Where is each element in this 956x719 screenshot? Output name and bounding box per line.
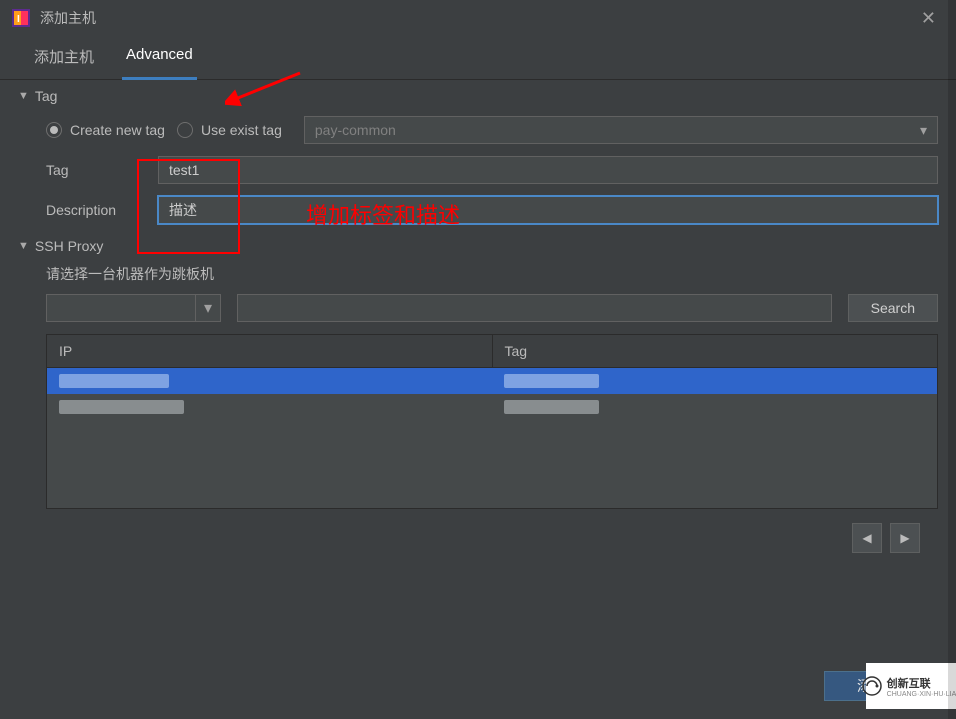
chevron-down-icon: ▾ xyxy=(920,122,927,139)
title-bar: I 添加主机 ✕ xyxy=(0,0,956,36)
tag-mode-row: Create new tag Use exist tag pay-common … xyxy=(18,110,938,150)
next-page-button[interactable]: ▶ xyxy=(890,523,920,553)
tag-input[interactable] xyxy=(158,156,938,184)
exist-tag-placeholder: pay-common xyxy=(315,122,396,138)
pager: ◀ ▶ xyxy=(18,509,938,553)
section-tag-label: Tag xyxy=(35,88,58,104)
description-row: Description xyxy=(18,190,938,230)
col-ip[interactable]: IP xyxy=(47,335,493,367)
content-area: ▼ Tag Create new tag Use exist tag pay-c… xyxy=(0,80,956,553)
watermark: 创新互联 CHUANG·XIN·HU·LIAN xyxy=(866,663,956,709)
ssh-table: IP Tag xyxy=(46,334,938,509)
watermark-logo-icon xyxy=(861,675,883,697)
description-label: Description xyxy=(46,202,146,218)
radio-dot-icon xyxy=(46,122,62,138)
description-input[interactable] xyxy=(158,196,938,224)
right-edge-shadow xyxy=(948,0,956,719)
app-icon: I xyxy=(12,9,30,27)
radio-exist-label: Use exist tag xyxy=(201,122,282,138)
tag-label: Tag xyxy=(46,162,146,178)
table-row[interactable] xyxy=(47,368,937,394)
radio-dot-icon xyxy=(177,122,193,138)
ssh-instruction: 请选择一台机器作为跳板机 xyxy=(18,260,938,292)
radio-create-label: Create new tag xyxy=(70,122,165,138)
triangle-down-icon: ▼ xyxy=(18,90,29,102)
svg-text:I: I xyxy=(17,14,20,25)
chevron-down-icon: ▾ xyxy=(195,295,212,321)
close-icon[interactable]: ✕ xyxy=(913,4,944,33)
search-button[interactable]: Search xyxy=(848,294,938,322)
exist-tag-combo[interactable]: pay-common ▾ xyxy=(304,116,938,144)
tab-advanced[interactable]: Advanced xyxy=(122,36,197,80)
table-body xyxy=(47,368,937,508)
section-tag-header[interactable]: ▼ Tag xyxy=(18,80,938,110)
col-tag[interactable]: Tag xyxy=(493,335,938,367)
radio-create-new-tag[interactable]: Create new tag xyxy=(46,122,165,138)
tab-add-host[interactable]: 添加主机 xyxy=(30,36,98,79)
triangle-down-icon: ▼ xyxy=(18,240,29,252)
tab-bar: 添加主机 Advanced xyxy=(0,36,956,80)
ssh-search-input[interactable] xyxy=(237,294,832,322)
radio-use-exist-tag[interactable]: Use exist tag xyxy=(177,122,282,138)
table-row[interactable] xyxy=(47,394,937,420)
table-header: IP Tag xyxy=(47,335,937,368)
section-ssh-label: SSH Proxy xyxy=(35,238,103,254)
window-title: 添加主机 xyxy=(40,8,96,28)
tag-row: Tag xyxy=(18,150,938,190)
ssh-combo[interactable]: ▾ xyxy=(46,294,221,322)
prev-page-button[interactable]: ◀ xyxy=(852,523,882,553)
section-ssh-header[interactable]: ▼ SSH Proxy xyxy=(18,230,938,260)
ssh-search-row: ▾ Search xyxy=(18,292,938,330)
